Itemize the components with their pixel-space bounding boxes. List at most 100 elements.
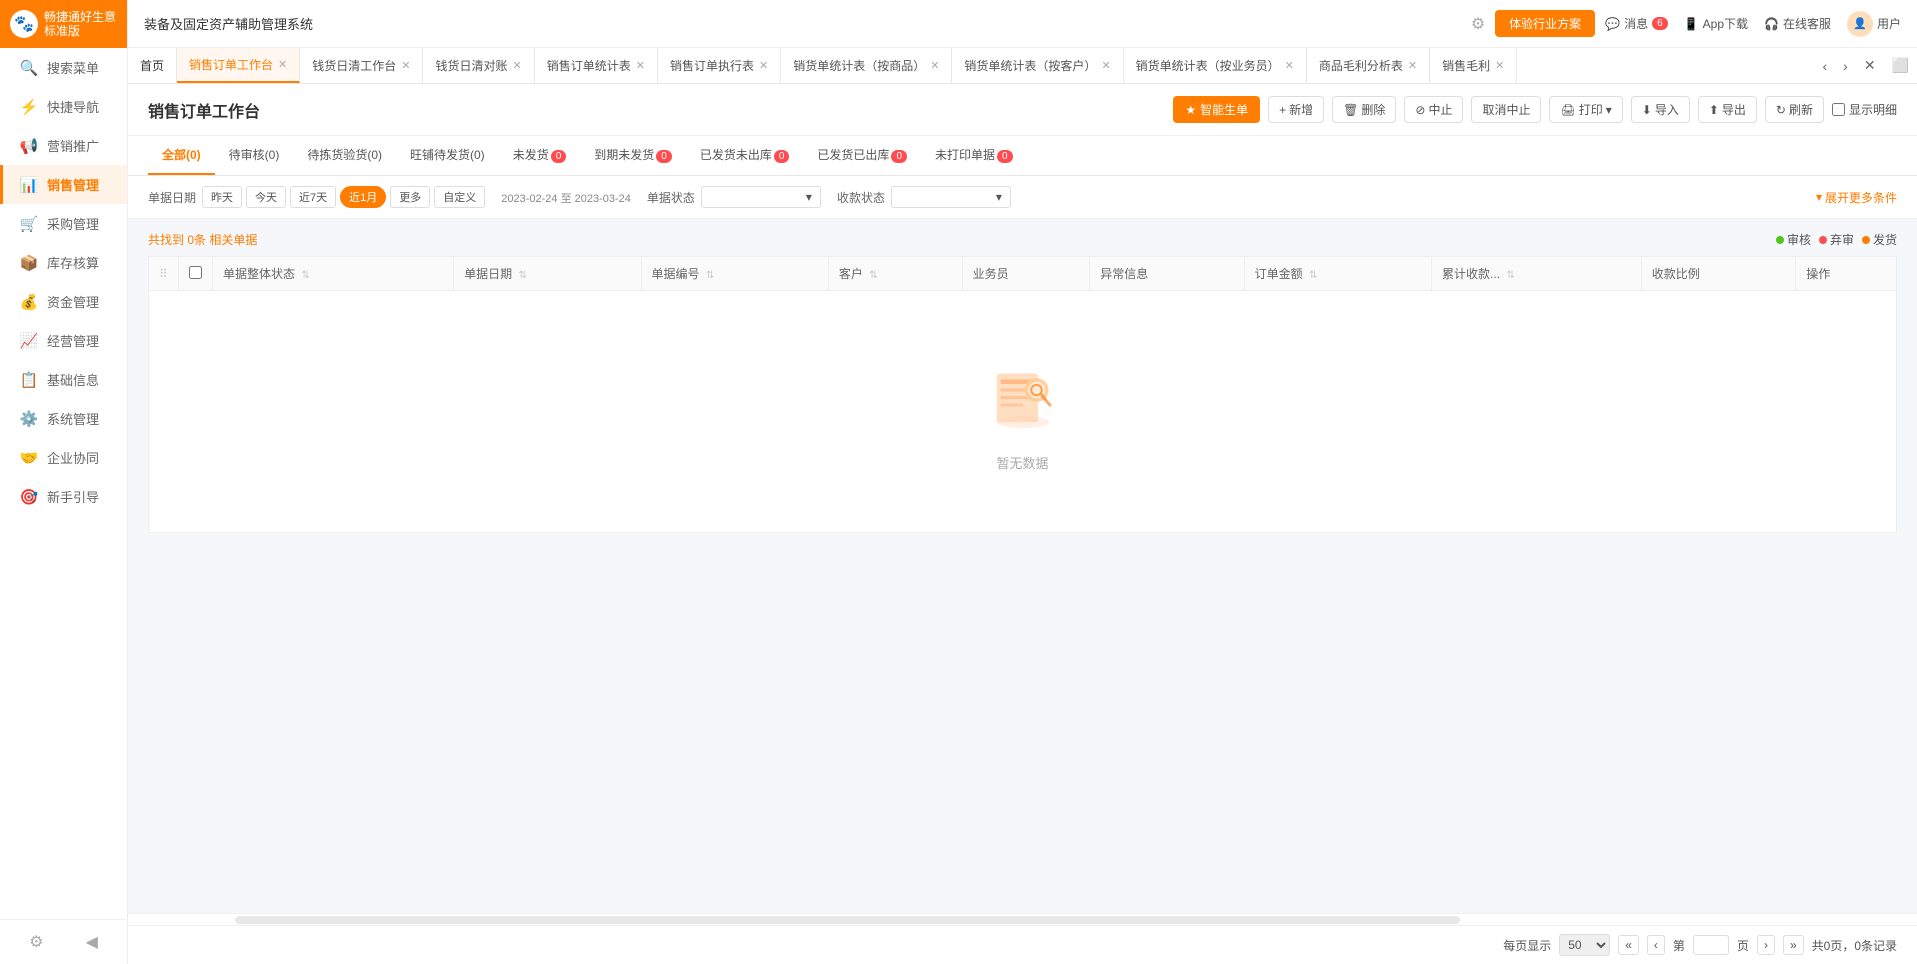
tab-close-sales-profit[interactable]: ✕ [1495, 59, 1504, 72]
tab-close-sales-stat[interactable]: ✕ [636, 59, 645, 72]
print-btn[interactable]: 🖨 打印 ▾ [1549, 96, 1622, 123]
horizontal-scrollbar[interactable] [235, 916, 1459, 924]
tab-sales-stat-product[interactable]: 销货单统计表（按商品） ✕ [781, 48, 952, 83]
tab-close-all[interactable]: ✕ [1856, 53, 1884, 78]
sidebar-item-search[interactable]: 🔍搜索菜单 [0, 48, 127, 87]
sidebar-item-guide[interactable]: 🎯新手引导 [0, 477, 127, 516]
sidebar-item-marketing[interactable]: 📢营销推广 [0, 126, 127, 165]
status-select[interactable]: ▾ [701, 186, 821, 208]
sort-icon-amount[interactable]: ⇅ [1309, 270, 1317, 281]
tab-sales-workbench[interactable]: 销售订单工作台✕ [177, 48, 300, 83]
sort-icon-collected[interactable]: ⇅ [1506, 270, 1514, 281]
first-page-btn[interactable]: « [1618, 935, 1639, 955]
settings-icon[interactable]: ⚙ [29, 932, 43, 952]
sub-tab-overdue-ship[interactable]: 到期未发货0 [580, 136, 686, 175]
date-btn-last7[interactable]: 近7天 [290, 186, 336, 208]
tab-close-sales-stat-customer[interactable]: ✕ [1101, 59, 1110, 72]
scroll-area[interactable] [128, 913, 1917, 925]
tab-close-sales-stat-product[interactable]: ✕ [930, 59, 939, 72]
sort-icon-number[interactable]: ⇅ [706, 270, 714, 281]
tab-sales-stat-customer[interactable]: 销货单统计表（按客户）✕ [952, 48, 1123, 83]
tab-sales-exec[interactable]: 销售订单执行表✕ [658, 48, 781, 83]
tab-sales-stat-staff[interactable]: 销货单统计表（按业务员）✕ [1124, 48, 1307, 83]
summary-text: 共找到 0条 相关单据 [148, 231, 257, 248]
date-btn-today[interactable]: 今天 [246, 186, 286, 208]
expand-filter-btn[interactable]: ▾ 展开更多条件 [1816, 189, 1897, 206]
add-btn[interactable]: + 新增 [1268, 96, 1324, 123]
tab-close-cash-daily[interactable]: ✕ [401, 59, 410, 72]
tab-sales-profit[interactable]: 销售毛利✕ [1430, 48, 1517, 83]
prev-page-btn[interactable]: ‹ [1647, 935, 1665, 955]
export-btn[interactable]: ⬆ 导出 [1698, 96, 1757, 123]
app-download-item[interactable]: 📱 App下载 [1684, 15, 1748, 32]
refresh-btn[interactable]: ↻ 刷新 [1765, 96, 1824, 123]
sub-tab-pending-inspect[interactable]: 待拣货验货(0) [293, 136, 396, 175]
sub-tab-pending-review[interactable]: 待审核(0) [215, 136, 294, 175]
online-service-item[interactable]: 🎧 在线客服 [1764, 15, 1831, 32]
delete-btn[interactable]: 🗑 删除 [1332, 96, 1396, 123]
review-action-btn[interactable]: 审核 [1776, 231, 1811, 248]
tab-close-sales-stat-staff[interactable]: ✕ [1285, 59, 1294, 72]
page-number-input[interactable]: 1 [1693, 935, 1729, 955]
tab-close-sales-workbench[interactable]: ✕ [278, 58, 287, 71]
tab-close-margin-analysis[interactable]: ✕ [1408, 59, 1417, 72]
tab-margin-analysis[interactable]: 商品毛利分析表✕ [1307, 48, 1430, 83]
nav-icon-basic-info: 📋 [19, 371, 39, 389]
sort-icon-date[interactable]: ⇅ [518, 270, 526, 281]
tab-scroll-right[interactable]: › [1835, 54, 1856, 78]
th-exception: 异常信息 [1090, 257, 1244, 291]
sub-tab-wangpu-ship[interactable]: 旺铺待发货(0) [396, 136, 499, 175]
ship-action-btn[interactable]: 发货 [1862, 231, 1897, 248]
user-item[interactable]: 👤 用户 [1847, 11, 1901, 37]
sidebar-item-purchase[interactable]: 🛒采购管理 [0, 204, 127, 243]
sidebar-item-finance[interactable]: 💰资金管理 [0, 282, 127, 321]
nav-label-marketing: 营销推广 [47, 136, 99, 155]
message-item[interactable]: 💬 消息 6 [1605, 15, 1668, 32]
payment-select[interactable]: ▾ [891, 186, 1011, 208]
tabbar: 首页销售订单工作台✕钱货日清工作台✕钱货日清对账✕销售订单统计表✕销售订单执行表… [128, 48, 1917, 84]
sub-tab-shipped-out[interactable]: 已发货已出库0 [803, 136, 921, 175]
sort-icon-status[interactable]: ⇅ [301, 270, 309, 281]
last-page-btn[interactable]: » [1783, 935, 1804, 955]
smart-btn[interactable]: ★ 智能生单 [1173, 96, 1260, 123]
th-checkbox[interactable] [179, 257, 213, 291]
tab-home[interactable]: 首页 [128, 48, 177, 83]
sidebar: 🐾 畅捷通好生意 标准版 🔍搜索菜单⚡快捷导航📢营销推广📊销售管理🛒采购管理📦库… [0, 0, 128, 964]
sidebar-item-sales[interactable]: 📊销售管理 [0, 165, 127, 204]
cancel-stop-btn[interactable]: 取消中止 [1471, 96, 1541, 123]
sidebar-item-system[interactable]: ⚙️系统管理 [0, 399, 127, 438]
tab-sales-stat[interactable]: 销售订单统计表✕ [535, 48, 658, 83]
stop-btn[interactable]: ⊘ 中止 [1404, 96, 1463, 123]
date-btn-custom[interactable]: 自定义 [434, 186, 485, 208]
show-detail-input[interactable] [1832, 103, 1845, 116]
tab-cash-reconcile[interactable]: 钱货日清对账✕ [423, 48, 534, 83]
tab-close-sales-exec[interactable]: ✕ [759, 59, 768, 72]
settings-gear-icon[interactable]: ⚙ [1471, 14, 1485, 34]
tab-label-sales-stat-product: 销货单统计表（按商品） [793, 57, 925, 74]
cancel-review-action-btn[interactable]: 弃审 [1819, 231, 1854, 248]
tab-cash-daily[interactable]: 钱货日清工作台✕ [300, 48, 423, 83]
sub-tab-shipped-not-out[interactable]: 已发货未出库0 [686, 136, 804, 175]
sidebar-item-operations[interactable]: 📈经营管理 [0, 321, 127, 360]
date-btn-more[interactable]: 更多 [390, 186, 430, 208]
date-btn-yesterday[interactable]: 昨天 [202, 186, 242, 208]
sidebar-item-cooperation[interactable]: 🤝企业协同 [0, 438, 127, 477]
date-btn-last1month[interactable]: 近1月 [340, 186, 386, 208]
sidebar-item-inventory[interactable]: 📦库存核算 [0, 243, 127, 282]
sub-tab-not-shipped[interactable]: 未发货0 [499, 136, 581, 175]
collapse-icon[interactable]: ◀ [86, 932, 98, 952]
select-all-checkbox[interactable] [189, 266, 202, 279]
page-size-select[interactable]: 102050100 [1559, 934, 1610, 956]
sidebar-item-quick-nav[interactable]: ⚡快捷导航 [0, 87, 127, 126]
sidebar-item-basic-info[interactable]: 📋基础信息 [0, 360, 127, 399]
trial-btn[interactable]: 体验行业方案 [1495, 10, 1595, 37]
show-detail-checkbox[interactable]: 显示明细 [1832, 101, 1897, 118]
next-page-btn[interactable]: › [1757, 935, 1775, 955]
sub-tab-all[interactable]: 全部(0) [148, 136, 215, 175]
import-btn[interactable]: ⬇ 导入 [1631, 96, 1690, 123]
sub-tab-not-printed[interactable]: 未打印单据0 [921, 136, 1027, 175]
tab-expand[interactable]: ⬜ [1884, 53, 1917, 78]
sort-icon-customer[interactable]: ⇅ [869, 270, 877, 281]
tab-close-cash-reconcile[interactable]: ✕ [513, 59, 522, 72]
tab-scroll-left[interactable]: ‹ [1814, 54, 1835, 78]
